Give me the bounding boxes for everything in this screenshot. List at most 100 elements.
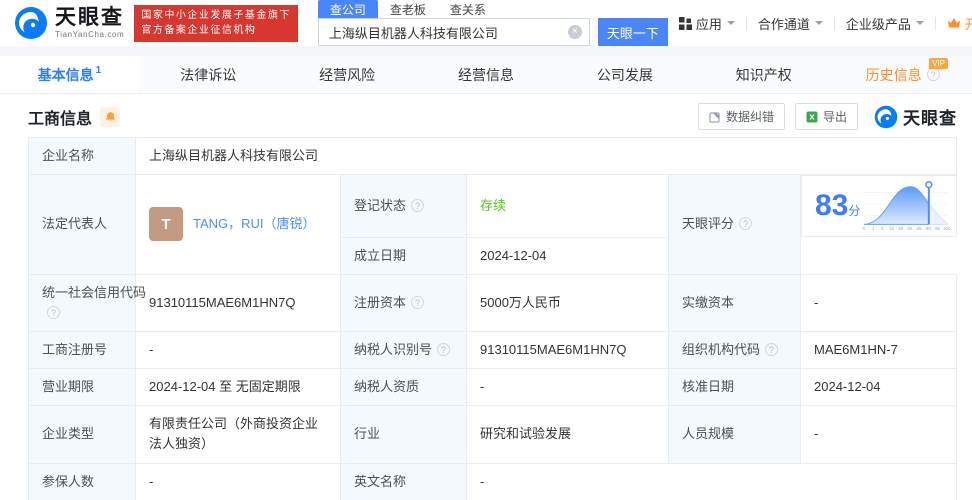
nav-apps[interactable]: 应用	[668, 14, 746, 33]
field-label-paid-capital: 实缴资本	[669, 274, 801, 331]
business-info-table: 企业名称 上海纵目机器人科技有限公司 法定代表人 T TANG，RUI（唐锐） …	[0, 137, 972, 500]
tianyancha-logo-icon	[874, 105, 898, 129]
search-input[interactable]	[318, 18, 590, 46]
svg-text:100: 100	[943, 226, 951, 231]
field-label-taxpayer-qual: 纳税人资质	[341, 369, 467, 406]
nav-open-membership[interactable]: 开通会员	[936, 14, 972, 33]
field-value-taxpayer-id: 91310115MAE6M1HN7Q	[467, 332, 669, 369]
field-value-taxpayer-qual: -	[467, 369, 669, 406]
table-row: 企业类型 有限责任公司（外商投资企业法人独资） 行业 研究和试验发展 人员规模 …	[29, 406, 957, 463]
vip-badge: VIP	[929, 58, 948, 69]
question-icon[interactable]	[437, 343, 450, 356]
bell-icon	[105, 111, 116, 123]
field-label-uscc: 统一社会信用代码	[29, 274, 136, 331]
status-badge: 存续	[480, 198, 506, 213]
svg-text:30: 30	[899, 226, 904, 231]
export-button[interactable]: 导出	[795, 103, 858, 130]
top-nav: 应用 合作通道 企业级产品 开通会员 肖青羽	[668, 14, 972, 33]
field-value-org-code: MAE6M1HN-7	[801, 332, 957, 369]
crown-icon	[947, 17, 961, 29]
search-button[interactable]: 天眼一下	[598, 18, 668, 46]
chevron-down-icon	[815, 21, 823, 29]
svg-text:50: 50	[908, 226, 913, 231]
field-value-paid-capital: -	[801, 274, 957, 331]
gov-certification-badge: 国家中小企业发展子基金旗下 官方备案企业征信机构	[134, 5, 298, 42]
field-value-legal-rep: T TANG，RUI（唐锐）	[136, 175, 341, 275]
page-gap	[0, 46, 972, 56]
monitor-bell-button[interactable]	[100, 107, 120, 127]
search-tabs: 查公司 查老板 查关系	[318, 0, 668, 18]
question-icon[interactable]	[927, 68, 940, 81]
question-icon[interactable]	[47, 306, 60, 319]
field-label-insured: 参保人数	[29, 463, 136, 500]
chevron-down-icon	[727, 21, 735, 29]
field-label-reg-status: 登记状态	[341, 175, 467, 238]
search-area: 查公司 查老板 查关系 天眼一下	[318, 0, 668, 46]
legal-rep-link[interactable]: TANG，RUI（唐锐）	[193, 214, 316, 234]
company-detail-tabs: 基本信息1 法律诉讼 经营风险 经营信息 公司发展 知识产权 VIP 历史信息	[0, 56, 972, 94]
svg-text:0: 0	[863, 226, 866, 231]
question-icon[interactable]	[411, 296, 424, 309]
nav-partner-channel[interactable]: 合作通道	[747, 14, 834, 33]
tab-business-info[interactable]: 经营信息	[417, 56, 556, 93]
search-clear-icon[interactable]	[568, 25, 582, 39]
field-label-term: 营业期限	[29, 369, 136, 406]
data-correction-button[interactable]: 数据纠错	[698, 103, 785, 130]
svg-text:1: 1	[872, 226, 875, 231]
field-value-en-name: -	[467, 463, 957, 500]
search-tab-relation[interactable]: 查关系	[438, 0, 498, 18]
field-value-company-name: 上海纵目机器人科技有限公司	[136, 138, 957, 175]
search-tab-company[interactable]: 查公司	[318, 0, 378, 18]
field-value-insured: -	[136, 463, 341, 500]
search-tab-boss[interactable]: 查老板	[378, 0, 438, 18]
tab-company-development[interactable]: 公司发展	[555, 56, 694, 93]
tab-legal-litigation[interactable]: 法律诉讼	[139, 56, 278, 93]
svg-text:15: 15	[889, 226, 894, 231]
score-distribution-chart: 0 1 5 15 30 50 65 80 95 100	[860, 178, 951, 234]
tianyancha-logo[interactable]: 天眼查 TianYanCha.com	[14, 6, 124, 40]
score-value: 83	[815, 189, 848, 222]
business-info-section-head: 工商信息 数据纠错 导出 天眼查	[0, 94, 972, 137]
field-label-approval-date: 核准日期	[669, 369, 801, 406]
question-icon[interactable]	[411, 199, 424, 212]
brand-name: 天眼查	[55, 7, 124, 28]
field-label-company-name: 企业名称	[29, 138, 136, 175]
field-label-taxpayer-id: 纳税人识别号	[341, 332, 467, 369]
field-value-reg-no: -	[136, 332, 341, 369]
nav-enterprise-products[interactable]: 企业级产品	[835, 14, 935, 33]
top-header: 天眼查 TianYanCha.com 国家中小企业发展子基金旗下 官方备案企业征…	[0, 0, 972, 46]
table-row: 统一社会信用代码 91310115MAE6M1HN7Q 注册资本 5000万人民…	[29, 274, 957, 331]
question-icon[interactable]	[765, 343, 778, 356]
field-value-industry: 研究和试验发展	[467, 406, 669, 463]
tab-basic-info[interactable]: 基本信息1	[0, 56, 139, 93]
svg-text:80: 80	[926, 226, 931, 231]
edit-icon	[709, 111, 721, 123]
question-icon[interactable]	[739, 217, 752, 230]
field-value-reg-capital: 5000万人民币	[467, 274, 669, 331]
field-label-company-type: 企业类型	[29, 406, 136, 463]
field-label-est-date: 成立日期	[341, 237, 467, 274]
field-value-company-type: 有限责任公司（外商投资企业法人独资）	[136, 406, 341, 463]
svg-text:95: 95	[935, 226, 940, 231]
legal-rep-avatar[interactable]: T	[149, 207, 183, 241]
field-value-score: 83分 0 1 5 15	[801, 175, 957, 237]
brand-domain: TianYanCha.com	[55, 30, 124, 39]
table-row: 参保人数 - 英文名称 -	[29, 463, 957, 500]
field-value-term: 2024-12-04 至 无固定期限	[136, 369, 341, 406]
field-value-reg-status: 存续	[467, 175, 669, 238]
watermark-logo: 天眼查	[874, 104, 957, 129]
field-value-est-date: 2024-12-04	[467, 237, 669, 274]
field-value-staff-size: -	[801, 406, 957, 463]
section-title: 工商信息	[28, 105, 92, 129]
table-row: 法定代表人 T TANG，RUI（唐锐） 登记状态 存续 天眼评分 83分	[29, 175, 957, 238]
table-row: 企业名称 上海纵目机器人科技有限公司	[29, 138, 957, 175]
tab-history-info[interactable]: VIP 历史信息	[833, 56, 972, 93]
tab-operation-risk[interactable]: 经营风险	[278, 56, 417, 93]
tab-intellectual-property[interactable]: 知识产权	[694, 56, 833, 93]
tianyancha-logo-icon	[14, 6, 48, 40]
field-label-legal-rep: 法定代表人	[29, 175, 136, 275]
field-label-reg-capital: 注册资本	[341, 274, 467, 331]
field-label-reg-no: 工商注册号	[29, 332, 136, 369]
field-label-org-code: 组织机构代码	[669, 332, 801, 369]
table-row: 工商注册号 - 纳税人识别号 91310115MAE6M1HN7Q 组织机构代码…	[29, 332, 957, 369]
